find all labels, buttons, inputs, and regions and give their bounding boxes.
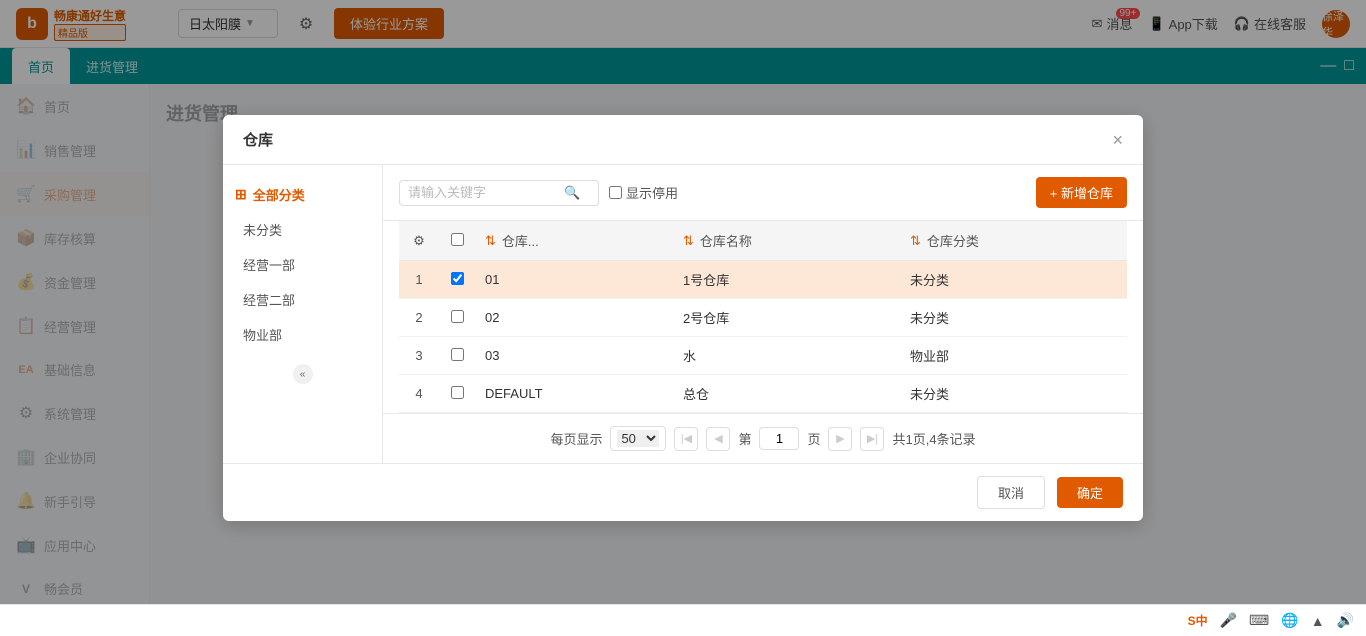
modal-sidebar-uncategorized[interactable]: 未分类 bbox=[223, 212, 382, 247]
per-page-select-wrap[interactable]: 50 100 200 bbox=[610, 426, 666, 451]
total-pages-label: 共1页,4条记录 bbox=[892, 429, 975, 448]
collapse-sidebar-button[interactable]: « bbox=[293, 364, 313, 384]
table-row[interactable]: 3 03 水 物业部 bbox=[399, 337, 1127, 375]
search-icon[interactable]: 🔍 bbox=[564, 185, 580, 201]
row-code-0: 01 bbox=[475, 261, 673, 299]
row-checkbox-2[interactable] bbox=[451, 348, 464, 361]
th-code: ⇅ 仓库... bbox=[475, 221, 673, 261]
modal-main: 🔍 显示停用 + 新增仓库 ⚙ bbox=[383, 165, 1143, 463]
cancel-button[interactable]: 取消 bbox=[977, 476, 1045, 509]
modal-close-button[interactable]: × bbox=[1112, 131, 1123, 149]
page-label-suffix: 页 bbox=[807, 429, 820, 448]
row-num-2: 3 bbox=[399, 337, 439, 375]
add-warehouse-button[interactable]: + 新增仓库 bbox=[1036, 177, 1127, 208]
sort-icon-name: ⇅ bbox=[683, 233, 694, 249]
status-icon-s[interactable]: S中 bbox=[1188, 612, 1208, 629]
select-all-checkbox[interactable] bbox=[451, 233, 464, 246]
modal-backdrop[interactable]: 仓库 × ⊞ 全部分类 未分类 经营一部 经营二部 bbox=[0, 0, 1366, 636]
row-checkbox-3[interactable] bbox=[451, 386, 464, 399]
status-icon-network[interactable]: ▲ bbox=[1311, 613, 1325, 629]
row-checkbox-cell-1 bbox=[439, 299, 475, 337]
show-disabled-checkbox-wrap[interactable]: 显示停用 bbox=[609, 183, 678, 202]
row-name-1: 2号仓库 bbox=[673, 299, 900, 337]
row-name-2: 水 bbox=[673, 337, 900, 375]
modal-toolbar: 🔍 显示停用 + 新增仓库 bbox=[383, 165, 1143, 221]
warehouse-table-wrap: ⚙ ⇅ 仓库... ⇅ bbox=[383, 221, 1143, 413]
row-checkbox-1[interactable] bbox=[451, 310, 464, 323]
table-body: 1 01 1号仓库 未分类 2 02 2号仓库 未分类 3 03 水 物业部 4… bbox=[399, 261, 1127, 413]
settings-column-icon: ⚙ bbox=[413, 233, 425, 248]
modal-sidebar-property[interactable]: 物业部 bbox=[223, 317, 382, 352]
grid-icon: ⊞ bbox=[235, 186, 247, 203]
row-checkbox-cell-0 bbox=[439, 261, 475, 299]
row-checkbox-cell-2 bbox=[439, 337, 475, 375]
search-input[interactable] bbox=[408, 185, 558, 200]
th-category: ⇅ 仓库分类 bbox=[900, 221, 1127, 261]
th-settings: ⚙ bbox=[399, 221, 439, 261]
row-category-0: 未分类 bbox=[900, 261, 1127, 299]
row-checkbox-cell-3 bbox=[439, 375, 475, 413]
status-icon-lang[interactable]: 🌐 bbox=[1281, 612, 1298, 629]
table-row[interactable]: 4 DEFAULT 总仓 未分类 bbox=[399, 375, 1127, 413]
next-page-button[interactable]: ▶ bbox=[828, 427, 852, 451]
modal-sidebar-dept2[interactable]: 经营二部 bbox=[223, 282, 382, 317]
modal-footer: 取消 确定 bbox=[223, 463, 1143, 521]
last-page-button[interactable]: ▶| bbox=[860, 427, 884, 451]
pagination: 每页显示 50 100 200 |◀ ◀ 第 页 ▶ ▶| bbox=[383, 413, 1143, 463]
confirm-button[interactable]: 确定 bbox=[1057, 477, 1123, 508]
status-icon-mic[interactable]: 🎤 bbox=[1220, 612, 1237, 629]
page-number-input[interactable] bbox=[759, 427, 799, 450]
first-page-button[interactable]: |◀ bbox=[674, 427, 698, 451]
modal-sidebar-all-category[interactable]: ⊞ 全部分类 bbox=[223, 177, 382, 212]
status-bar: S中 🎤 ⌨ 🌐 ▲ 🔊 bbox=[0, 604, 1366, 636]
modal-sidebar-dept1[interactable]: 经营一部 bbox=[223, 247, 382, 282]
modal-body: ⊞ 全部分类 未分类 经营一部 经营二部 物业部 « bbox=[223, 165, 1143, 463]
sort-icon-category: ⇅ bbox=[910, 233, 921, 249]
table-row[interactable]: 1 01 1号仓库 未分类 bbox=[399, 261, 1127, 299]
show-disabled-checkbox[interactable] bbox=[609, 186, 622, 199]
per-page-select[interactable]: 50 100 200 bbox=[617, 430, 659, 447]
row-name-3: 总仓 bbox=[673, 375, 900, 413]
search-input-wrap: 🔍 bbox=[399, 180, 599, 206]
per-page-label: 每页显示 bbox=[550, 429, 602, 448]
prev-page-button[interactable]: ◀ bbox=[706, 427, 730, 451]
show-disabled-label: 显示停用 bbox=[626, 183, 678, 202]
row-category-1: 未分类 bbox=[900, 299, 1127, 337]
row-code-3: DEFAULT bbox=[475, 375, 673, 413]
row-category-3: 未分类 bbox=[900, 375, 1127, 413]
page-label-prefix: 第 bbox=[738, 429, 751, 448]
status-icon-keyboard[interactable]: ⌨ bbox=[1249, 612, 1269, 629]
th-checkbox bbox=[439, 221, 475, 261]
th-name: ⇅ 仓库名称 bbox=[673, 221, 900, 261]
status-icon-volume[interactable]: 🔊 bbox=[1337, 612, 1354, 629]
row-category-2: 物业部 bbox=[900, 337, 1127, 375]
row-num-1: 2 bbox=[399, 299, 439, 337]
row-checkbox-0[interactable] bbox=[451, 272, 464, 285]
warehouse-modal: 仓库 × ⊞ 全部分类 未分类 经营一部 经营二部 bbox=[223, 115, 1143, 521]
modal-title: 仓库 bbox=[243, 129, 273, 150]
row-num-3: 4 bbox=[399, 375, 439, 413]
table-header-row: ⚙ ⇅ 仓库... ⇅ bbox=[399, 221, 1127, 261]
row-code-2: 03 bbox=[475, 337, 673, 375]
modal-sidebar: ⊞ 全部分类 未分类 经营一部 经营二部 物业部 « bbox=[223, 165, 383, 463]
row-name-0: 1号仓库 bbox=[673, 261, 900, 299]
row-code-1: 02 bbox=[475, 299, 673, 337]
warehouse-table: ⚙ ⇅ 仓库... ⇅ bbox=[399, 221, 1127, 413]
row-num-0: 1 bbox=[399, 261, 439, 299]
sort-icon-code: ⇅ bbox=[485, 233, 496, 249]
modal-header: 仓库 × bbox=[223, 115, 1143, 165]
table-row[interactable]: 2 02 2号仓库 未分类 bbox=[399, 299, 1127, 337]
